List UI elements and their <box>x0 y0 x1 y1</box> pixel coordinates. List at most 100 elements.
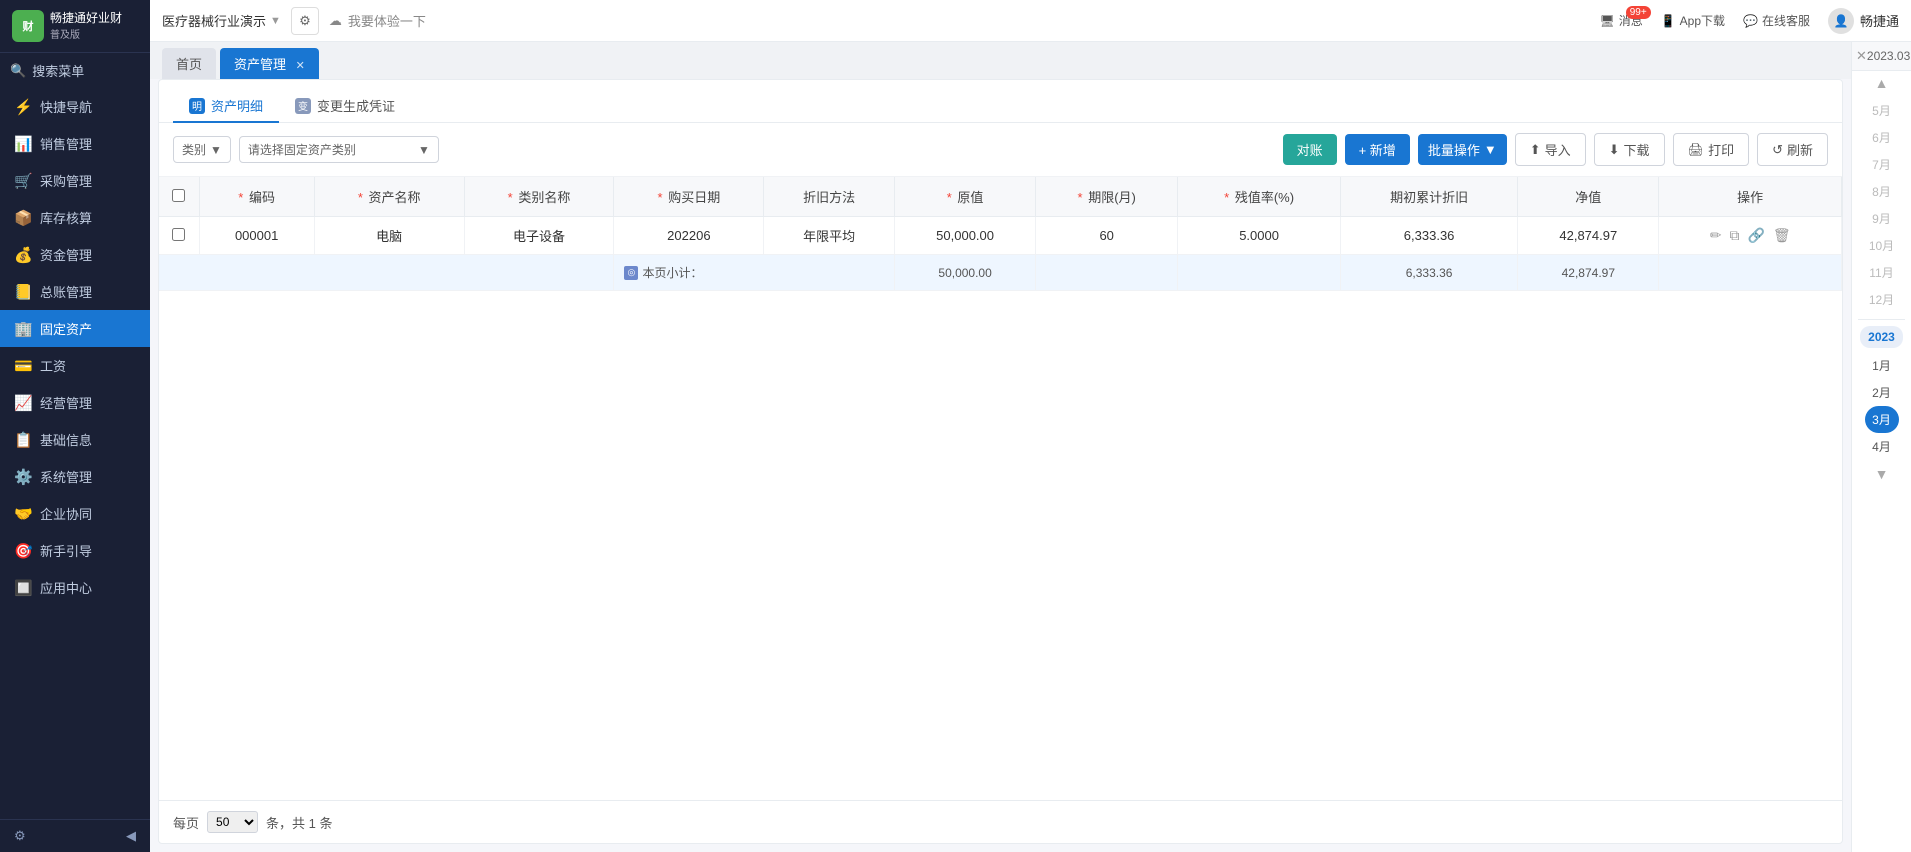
tab-asset-management[interactable]: 资产管理 ✕ <box>220 48 319 79</box>
new-button[interactable]: + 新增 <box>1345 134 1410 165</box>
print-label: 打印 <box>1708 140 1734 159</box>
user-avatar: 👤 <box>1828 8 1854 34</box>
payroll-icon: 💳 <box>14 357 32 375</box>
per-page-select[interactable]: 50 20 100 <box>207 811 258 833</box>
sidebar-item-label: 销售管理 <box>40 134 92 153</box>
calendar-down-nav[interactable]: ▼ <box>1871 462 1893 486</box>
td-period: 60 <box>1036 217 1178 255</box>
sidebar-item-quick-nav[interactable]: ⚡ 快捷导航 <box>0 88 150 125</box>
month-nov-prev[interactable]: 11月 <box>1852 259 1911 286</box>
batch-ops-label: 批量操作 <box>1428 140 1480 159</box>
refresh-icon: ↺ <box>1772 142 1783 158</box>
sidebar-item-fixed-assets[interactable]: 🏢 固定资产 <box>0 310 150 347</box>
tab-home[interactable]: 首页 <box>162 48 216 79</box>
month-jul-prev[interactable]: 7月 <box>1852 151 1911 178</box>
print-button[interactable]: 🖨 打印 <box>1673 133 1750 166</box>
sidebar-item-business[interactable]: 📈 经营管理 <box>0 384 150 421</box>
th-purchase-date: * 购买日期 <box>614 177 764 217</box>
sidebar-item-basic-info[interactable]: 📋 基础信息 <box>0 421 150 458</box>
td-checkbox <box>159 217 199 255</box>
search-icon: 🔍 <box>10 63 26 79</box>
sidebar: 财 畅捷通好业财 普及版 🔍 搜索菜单 ⚡ 快捷导航 📊 销售管理 🛒 采购管理… <box>0 0 150 852</box>
row-name: 电脑 <box>376 229 402 244</box>
sidebar-item-purchase[interactable]: 🛒 采购管理 <box>0 162 150 199</box>
import-icon: ⬆ <box>1530 142 1541 158</box>
row-original-value: 50,000.00 <box>936 228 994 243</box>
topbar-settings-button[interactable]: ⚙ <box>291 7 319 35</box>
sidebar-logo: 财 畅捷通好业财 普及版 <box>0 0 150 53</box>
subtotal-residual-empty <box>1178 255 1341 291</box>
sidebar-item-payroll[interactable]: 💳 工资 <box>0 347 150 384</box>
download-label: 下载 <box>1624 140 1650 159</box>
th-depreciation-method: 折旧方法 <box>764 177 895 217</box>
month-apr[interactable]: 4月 <box>1852 433 1911 460</box>
sidebar-settings-icon[interactable]: ⚙ <box>14 828 26 844</box>
row-accumulated-depreciation: 6,333.36 <box>1404 228 1455 243</box>
month-feb[interactable]: 2月 <box>1852 379 1911 406</box>
subtotal-row: ◎ 本页小计： 50,000.00 6,333 <box>159 255 1842 291</box>
asset-category-selector[interactable]: 请选择固定资产类别 ▼ <box>239 136 439 163</box>
sidebar-search[interactable]: 🔍 搜索菜单 <box>0 53 150 88</box>
refresh-button[interactable]: ↺ 刷新 <box>1757 133 1828 166</box>
print-icon: 🖨 <box>1688 142 1705 158</box>
sidebar-item-enterprise[interactable]: 🤝 企业协同 <box>0 495 150 532</box>
sidebar-item-guide[interactable]: 🎯 新手引导 <box>0 532 150 569</box>
sub-tab-asset-detail[interactable]: 明 资产明细 <box>173 90 279 123</box>
panel-close-button[interactable]: ✕ <box>1856 48 1867 64</box>
sidebar-collapse-icon[interactable]: ◀ <box>126 828 136 844</box>
sidebar-item-app-center[interactable]: 🔲 应用中心 <box>0 569 150 606</box>
subtotal-original-value: 50,000.00 <box>895 255 1036 291</box>
experience-button[interactable]: ☁ 我要体验一下 <box>329 11 426 30</box>
batch-ops-button[interactable]: 批量操作 ▼ <box>1418 134 1507 165</box>
month-aug-prev[interactable]: 8月 <box>1852 178 1911 205</box>
month-may-prev[interactable]: 5月 <box>1852 97 1911 124</box>
message-button[interactable]: 🖥 消息 99+ <box>1599 12 1642 29</box>
sidebar-item-system[interactable]: ⚙️ 系统管理 <box>0 458 150 495</box>
col-depreciation-label: 折旧方法 <box>803 190 855 205</box>
company-selector[interactable]: 医疗器械行业演示 ▼ <box>162 11 281 30</box>
sidebar-item-ledger[interactable]: 📒 总账管理 <box>0 273 150 310</box>
sidebar-item-sales[interactable]: 📊 销售管理 <box>0 125 150 162</box>
copy-icon[interactable]: ⧉ <box>1729 227 1739 244</box>
asset-category-arrow: ▼ <box>418 143 430 157</box>
reconcile-button[interactable]: 对账 <box>1283 134 1337 165</box>
table-header-row: * 编码 * 资产名称 * 类别名称 <box>159 177 1842 217</box>
month-dec-prev[interactable]: 12月 <box>1852 286 1911 313</box>
month-jun-prev[interactable]: 6月 <box>1852 124 1911 151</box>
import-button[interactable]: ⬆ 导入 <box>1515 133 1586 166</box>
td-code: 000001 <box>199 217 314 255</box>
online-service-button[interactable]: 💬 在线客服 <box>1743 12 1810 29</box>
month-oct-prev[interactable]: 10月 <box>1852 232 1911 259</box>
month-sep-prev[interactable]: 9月 <box>1852 205 1911 232</box>
calendar-up-nav[interactable]: ▲ <box>1871 71 1893 95</box>
sub-tab-change-voucher-label: 变更生成凭证 <box>317 96 395 115</box>
app-name: 畅捷通好业财 <box>50 11 122 27</box>
sidebar-item-inventory[interactable]: 📦 库存核算 <box>0 199 150 236</box>
category-filter[interactable]: 类别 ▼ <box>173 136 231 163</box>
th-code: * 编码 <box>199 177 314 217</box>
user-button[interactable]: 👤 畅捷通 <box>1828 8 1899 34</box>
link-icon[interactable]: 🔗 <box>1747 227 1764 244</box>
th-residual-rate: * 残值率(%) <box>1178 177 1341 217</box>
sidebar-item-finance[interactable]: 💰 资金管理 <box>0 236 150 273</box>
guide-icon: 🎯 <box>14 542 32 560</box>
select-all-checkbox[interactable] <box>172 189 185 202</box>
sidebar-item-label: 系统管理 <box>40 467 92 486</box>
month-jan[interactable]: 1月 <box>1852 352 1911 379</box>
sidebar-item-label: 新手引导 <box>40 541 92 560</box>
edit-icon[interactable]: ✏ <box>1710 227 1722 244</box>
row-checkbox[interactable] <box>172 228 185 241</box>
tab-close-icon[interactable]: ✕ <box>296 60 305 72</box>
settings-icon: ⚙ <box>299 13 311 29</box>
row-residual-rate: 5.0000 <box>1239 228 1279 243</box>
row-category: 电子设备 <box>513 229 565 244</box>
category-filter-arrow: ▼ <box>210 143 222 157</box>
month-mar-current[interactable]: 3月 <box>1865 406 1899 433</box>
inventory-icon: 📦 <box>14 209 32 227</box>
subtotal-original-value-text: 50,000.00 <box>938 266 991 280</box>
app-download-button[interactable]: 📱 App下载 <box>1661 12 1725 29</box>
delete-icon[interactable]: 🗑 <box>1773 227 1791 244</box>
toolbar: 类别 ▼ 请选择固定资产类别 ▼ 对账 + 新增 批量操作 ▼ <box>159 123 1842 177</box>
download-button[interactable]: ⬇ 下载 <box>1594 133 1665 166</box>
sub-tab-change-voucher[interactable]: 变 变更生成凭证 <box>279 90 411 123</box>
